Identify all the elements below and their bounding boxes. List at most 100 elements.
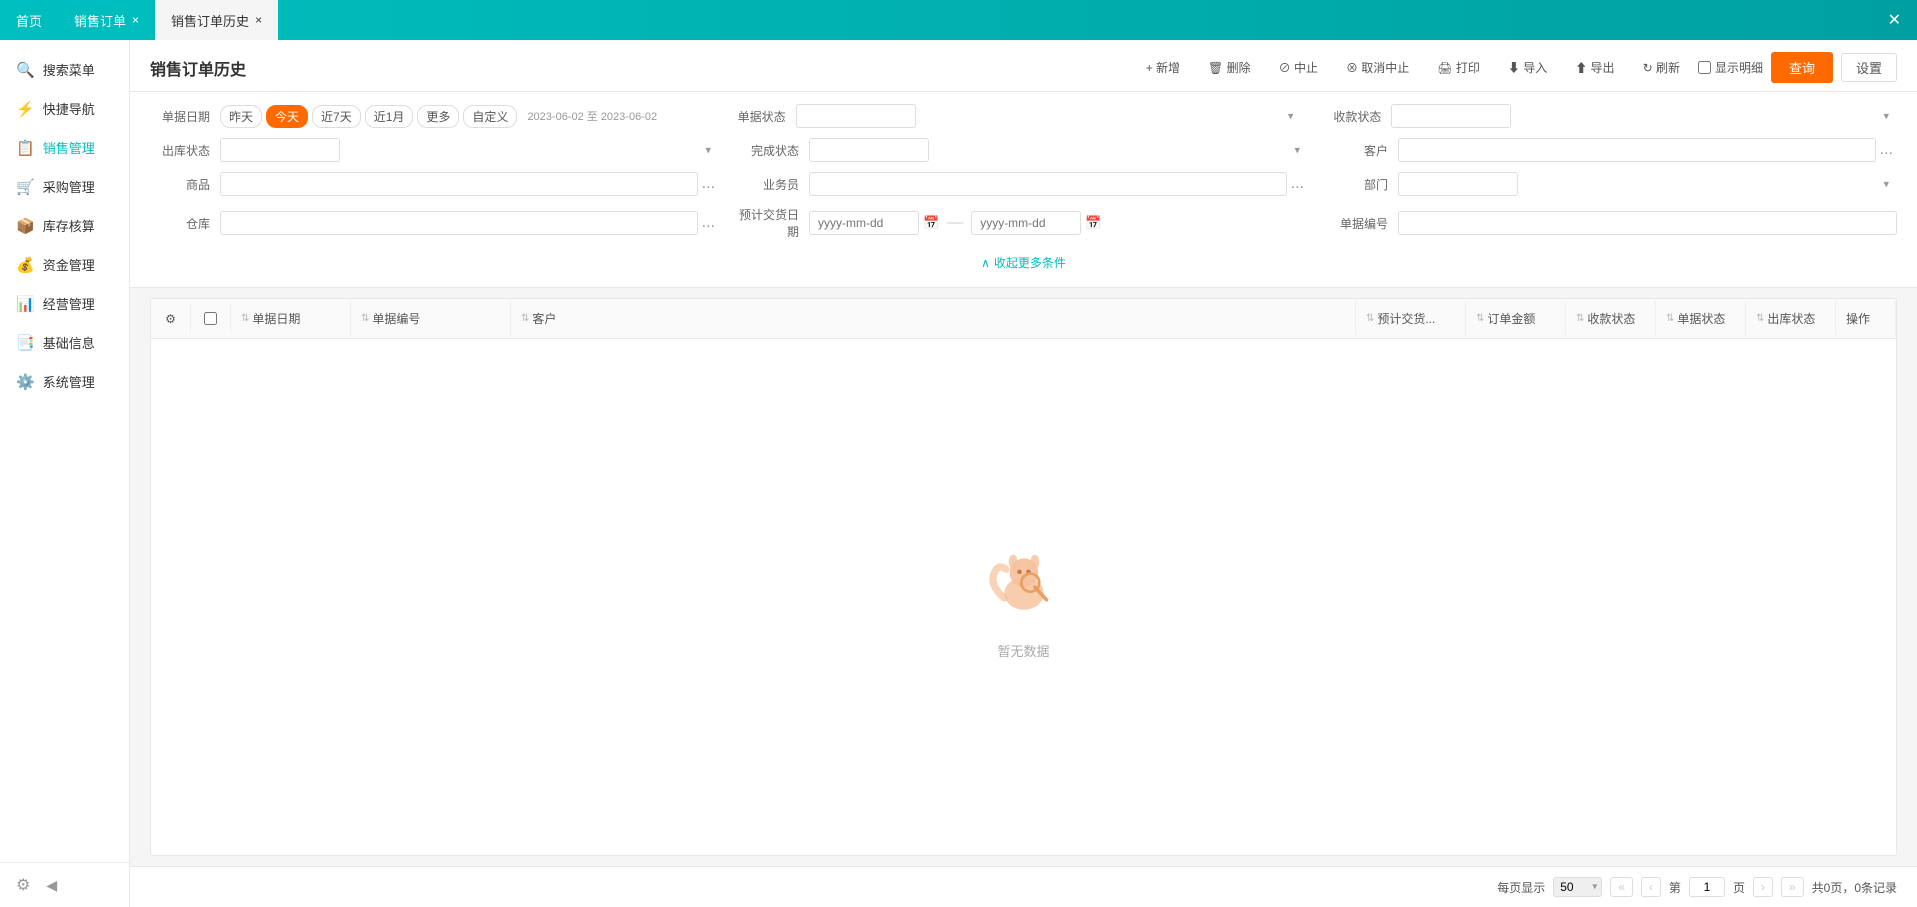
doc-date-label: 单据日期 xyxy=(150,108,220,125)
sidebar-collapse-icon[interactable]: ◀ xyxy=(46,877,57,894)
query-button[interactable]: 查询 xyxy=(1771,52,1833,83)
delivery-date-to[interactable] xyxy=(971,211,1081,235)
doc-status-select[interactable] xyxy=(796,104,916,128)
quick-nav-icon: ⚡ xyxy=(16,100,35,118)
delete-button[interactable]: 🗑 删除 xyxy=(1198,55,1261,80)
th-doc-status[interactable]: ⇅ 单据状态 xyxy=(1656,302,1746,335)
complete-status-select[interactable] xyxy=(809,138,929,162)
salesman-input[interactable] xyxy=(809,172,1287,196)
sidebar-item-operations[interactable]: 📊 经营管理 xyxy=(0,284,129,323)
empty-text: 暂无数据 xyxy=(997,641,1049,660)
th-amount-label: 订单金额 xyxy=(1487,310,1535,327)
sidebar-item-purchase-mgmt-label: 采购管理 xyxy=(43,177,95,196)
th-doc-date[interactable]: ⇅ 单据日期 xyxy=(231,302,351,335)
sidebar-item-finance[interactable]: 💰 资金管理 xyxy=(0,245,129,284)
calendar-to-icon[interactable]: 📅 xyxy=(1085,215,1101,231)
delivery-date-field: 📅 — 📅 xyxy=(809,211,1308,235)
pay-status-wrap xyxy=(1391,104,1897,128)
customer-input[interactable] xyxy=(1398,138,1876,162)
date-btn-today[interactable]: 今天 xyxy=(266,105,308,128)
date-btn-yesterday[interactable]: 昨天 xyxy=(220,105,262,128)
doc-date-field: 昨天 今天 近7天 近1月 更多 自定义 2023-06-02 至 2023-0… xyxy=(220,105,726,128)
collapse-up-icon: ∧ xyxy=(981,256,990,270)
refresh-button[interactable]: ↻ 刷新 xyxy=(1633,55,1690,80)
tab-sales-order[interactable]: 销售订单 × xyxy=(58,0,155,40)
page-input[interactable] xyxy=(1689,877,1725,897)
sidebar-item-search-menu[interactable]: 🔍 搜索菜单 xyxy=(0,50,129,89)
th-settings[interactable]: ⚙ xyxy=(151,304,191,334)
salesman-label: 业务员 xyxy=(739,176,809,193)
sidebar-item-basic-info[interactable]: 📑 基础信息 xyxy=(0,323,129,362)
display-cols-checkbox[interactable] xyxy=(1698,61,1711,74)
doc-status-wrap xyxy=(796,104,1302,128)
delivery-date-from[interactable] xyxy=(809,211,919,235)
th-pay-status[interactable]: ⇅ 收款状态 xyxy=(1566,302,1656,335)
warehouse-input[interactable] xyxy=(220,211,698,235)
window-close-btn[interactable]: ✕ xyxy=(1882,8,1907,32)
import-button[interactable]: ⬇ 导入 xyxy=(1498,55,1557,80)
last-page-btn[interactable]: » xyxy=(1781,877,1804,897)
next-page-btn[interactable]: › xyxy=(1753,877,1773,897)
tab-sales-order-history-label: 销售订单历史 xyxy=(171,11,249,30)
per-page-select[interactable]: 50 10 20 100 xyxy=(1553,877,1602,897)
calendar-from-icon[interactable]: 📅 xyxy=(923,215,939,231)
collapse-row[interactable]: ∧ 收起更多条件 xyxy=(150,250,1897,275)
th-customer[interactable]: ⇅ 客户 xyxy=(511,302,1356,335)
sidebar-item-system-mgmt[interactable]: ⚙️ 系统管理 xyxy=(0,362,129,401)
date-btn-more[interactable]: 更多 xyxy=(417,105,459,128)
tab-home[interactable]: 首页 xyxy=(0,0,58,40)
th-doc-no[interactable]: ⇅ 单据编号 xyxy=(351,302,511,335)
doc-no-input[interactable] xyxy=(1398,211,1897,235)
page-label-prefix: 第 xyxy=(1669,879,1681,896)
print-button[interactable]: 🖨 打印 xyxy=(1427,55,1490,80)
toolbar: + 新增 🗑 删除 ⊘ 中止 ⊗ 取消中止 🖨 打印 ⬇ 导入 xyxy=(1136,52,1897,83)
customer-label: 客户 xyxy=(1328,142,1398,159)
select-all-checkbox[interactable] xyxy=(204,312,217,325)
page-header: 销售订单历史 + 新增 🗑 删除 ⊘ 中止 ⊗ 取消中止 🖨 打印 xyxy=(130,40,1917,92)
doc-status-label: 单据状态 xyxy=(726,108,796,125)
goods-input[interactable] xyxy=(220,172,698,196)
th-delivery[interactable]: ⇅ 预计交货... xyxy=(1356,302,1466,335)
first-page-btn[interactable]: « xyxy=(1610,877,1633,897)
tab-sales-order-label: 销售订单 xyxy=(74,11,126,30)
th-out-status-label: 出库状态 xyxy=(1767,310,1815,327)
warehouse-dots[interactable]: ... xyxy=(698,214,719,232)
export-button[interactable]: ⬆ 导出 xyxy=(1565,55,1624,80)
th-amount[interactable]: ⇅ 订单金额 xyxy=(1466,302,1566,335)
date-btn-1month[interactable]: 近1月 xyxy=(365,105,414,128)
date-buttons: 昨天 今天 近7天 近1月 更多 自定义 2023-06-02 至 2023-0… xyxy=(220,105,657,128)
prev-page-btn[interactable]: ‹ xyxy=(1641,877,1661,897)
th-checkbox[interactable] xyxy=(191,304,231,333)
th-out-status[interactable]: ⇅ 出库状态 xyxy=(1746,302,1836,335)
date-btn-7days[interactable]: 近7天 xyxy=(312,105,361,128)
sidebar-settings-icon[interactable]: ⚙ xyxy=(16,875,30,895)
operations-icon: 📊 xyxy=(16,295,35,313)
system-mgmt-icon: ⚙️ xyxy=(16,373,35,391)
sidebar-item-finance-label: 资金管理 xyxy=(43,255,95,274)
sidebar-item-quick-nav[interactable]: ⚡ 快捷导航 xyxy=(0,89,129,128)
department-select[interactable] xyxy=(1398,172,1518,196)
per-page-wrap: 50 10 20 100 xyxy=(1553,877,1602,897)
new-button[interactable]: + 新增 xyxy=(1136,55,1190,80)
date-btn-custom[interactable]: 自定义 xyxy=(463,105,517,128)
filter-row-2: 出库状态 完成状态 客户 ... xyxy=(150,138,1897,162)
pay-status-label: 收款状态 xyxy=(1321,108,1391,125)
salesman-dots[interactable]: ... xyxy=(1287,175,1308,193)
tab-history-close[interactable]: × xyxy=(255,13,262,27)
tab-sales-order-close[interactable]: × xyxy=(132,13,139,27)
content-area: 销售订单历史 + 新增 🗑 删除 ⊘ 中止 ⊗ 取消中止 🖨 打印 xyxy=(130,40,1917,907)
pay-status-select[interactable] xyxy=(1391,104,1511,128)
tab-sales-order-history[interactable]: 销售订单历史 × xyxy=(155,0,278,40)
complete-status-wrap xyxy=(809,138,1308,162)
stop-button[interactable]: ⊘ 中止 xyxy=(1269,55,1328,80)
cancel-stop-btn-label: ⊗ 取消中止 xyxy=(1346,59,1409,76)
out-status-select[interactable] xyxy=(220,138,340,162)
sidebar-item-inventory[interactable]: 📦 库存核算 xyxy=(0,206,129,245)
sidebar-item-purchase-mgmt[interactable]: 🛒 采购管理 xyxy=(0,167,129,206)
filter-settings-button[interactable]: 设置 xyxy=(1841,53,1897,82)
display-cols-toggle[interactable]: 显示明细 xyxy=(1698,59,1763,76)
cancel-stop-button[interactable]: ⊗ 取消中止 xyxy=(1336,55,1419,80)
sidebar-item-sales-mgmt[interactable]: 📋 销售管理 xyxy=(0,128,129,167)
goods-dots[interactable]: ... xyxy=(698,175,719,193)
customer-dots[interactable]: ... xyxy=(1876,141,1897,159)
